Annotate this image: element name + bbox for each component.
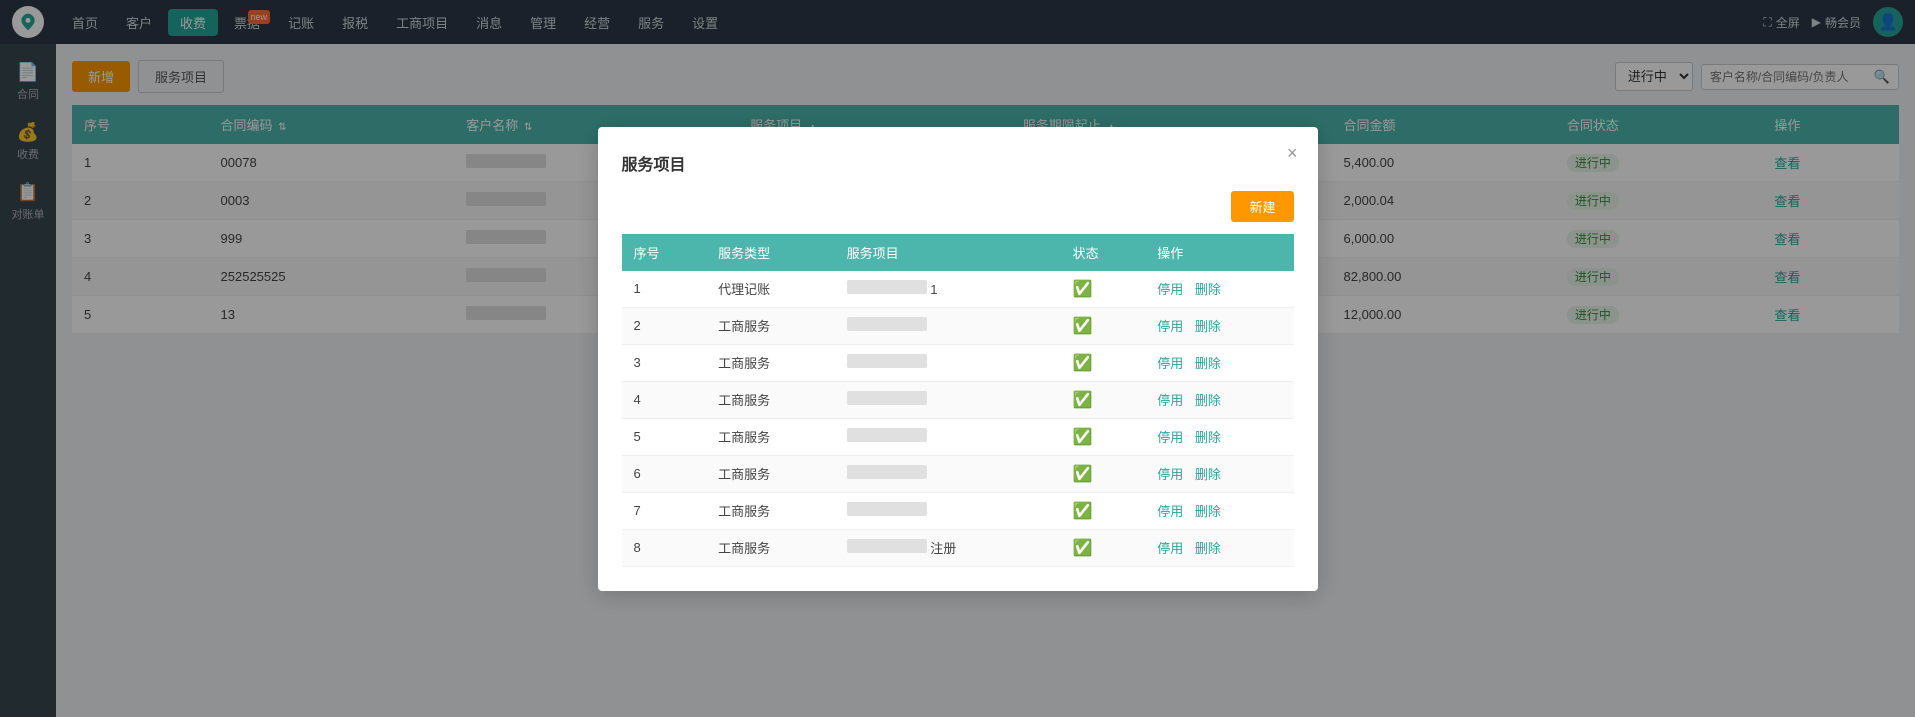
modal-cell-seq: 8 xyxy=(622,529,707,566)
modal-cell-seq: 4 xyxy=(622,381,707,418)
modal-table-row: 6 工商服务 ✅ 停用 删除 xyxy=(622,455,1294,492)
modal-table-row: 3 工商服务 ✅ 停用 删除 xyxy=(622,344,1294,381)
status-check-icon: ✅ xyxy=(1073,318,1093,335)
modal-cell-status: ✅ xyxy=(1061,307,1146,344)
modal-cell-seq: 7 xyxy=(622,492,707,529)
modal-cell-item: 1 xyxy=(835,271,1061,308)
modal-col-seq: 序号 xyxy=(622,234,707,271)
delete-link[interactable]: 删除 xyxy=(1195,393,1221,408)
disable-link[interactable]: 停用 xyxy=(1157,430,1183,445)
overlay[interactable]: × 服务项目 新建 序号 服务类型 服务项目 状态 操作 xyxy=(56,44,1915,717)
disable-link[interactable]: 停用 xyxy=(1157,393,1183,408)
modal-cell-type: 代理记账 xyxy=(706,271,835,308)
modal-cell-action[interactable]: 停用 删除 xyxy=(1145,492,1293,529)
modal-table-row: 1 代理记账 1 ✅ 停用 删除 xyxy=(622,271,1294,308)
modal-scroll[interactable]: 序号 服务类型 服务项目 状态 操作 1 代理记账 1 ✅ 停用 删除 xyxy=(622,234,1294,567)
disable-link[interactable]: 停用 xyxy=(1157,319,1183,334)
main-content: 新增 服务项目 进行中 已完成 已取消 🔍 序号 合同编码 ⇅ xyxy=(56,44,1915,717)
layout: 📄 合同 💰 收费 📋 对账单 新增 服务项目 进行中 已完成 已取消 xyxy=(0,44,1915,717)
modal-cell-status: ✅ xyxy=(1061,344,1146,381)
modal-table-header: 序号 服务类型 服务项目 状态 操作 xyxy=(622,234,1294,271)
status-check-icon: ✅ xyxy=(1073,281,1093,298)
status-check-icon: ✅ xyxy=(1073,540,1093,557)
disable-link[interactable]: 停用 xyxy=(1157,282,1183,297)
delete-link[interactable]: 删除 xyxy=(1195,467,1221,482)
modal: × 服务项目 新建 序号 服务类型 服务项目 状态 操作 xyxy=(598,127,1318,591)
modal-cell-item: 注册 xyxy=(835,529,1061,566)
modal-cell-status: ✅ xyxy=(1061,381,1146,418)
modal-cell-type: 工商服务 xyxy=(706,307,835,344)
modal-table-row: 5 工商服务 ✅ 停用 删除 xyxy=(622,418,1294,455)
modal-table-row: 7 工商服务 ✅ 停用 删除 xyxy=(622,492,1294,529)
modal-cell-seq: 5 xyxy=(622,418,707,455)
disable-link[interactable]: 停用 xyxy=(1157,356,1183,371)
modal-cell-item xyxy=(835,418,1061,455)
modal-cell-type: 工商服务 xyxy=(706,418,835,455)
modal-cell-item xyxy=(835,344,1061,381)
modal-toolbar: 新建 xyxy=(622,191,1294,222)
modal-cell-item xyxy=(835,307,1061,344)
modal-col-item: 服务项目 xyxy=(835,234,1061,271)
modal-cell-item xyxy=(835,455,1061,492)
delete-link[interactable]: 删除 xyxy=(1195,504,1221,519)
modal-cell-action[interactable]: 停用 删除 xyxy=(1145,381,1293,418)
modal-cell-status: ✅ xyxy=(1061,418,1146,455)
modal-cell-status: ✅ xyxy=(1061,455,1146,492)
modal-cell-seq: 3 xyxy=(622,344,707,381)
modal-cell-seq: 6 xyxy=(622,455,707,492)
disable-link[interactable]: 停用 xyxy=(1157,541,1183,556)
delete-link[interactable]: 删除 xyxy=(1195,430,1221,445)
modal-close-button[interactable]: × xyxy=(1287,143,1298,164)
modal-col-type: 服务类型 xyxy=(706,234,835,271)
modal-cell-type: 工商服务 xyxy=(706,381,835,418)
modal-col-status: 状态 xyxy=(1061,234,1146,271)
modal-table-row: 4 工商服务 ✅ 停用 删除 xyxy=(622,381,1294,418)
status-check-icon: ✅ xyxy=(1073,466,1093,483)
delete-link[interactable]: 删除 xyxy=(1195,356,1221,371)
modal-cell-status: ✅ xyxy=(1061,492,1146,529)
modal-col-action: 操作 xyxy=(1145,234,1293,271)
modal-cell-status: ✅ xyxy=(1061,271,1146,308)
modal-cell-seq: 1 xyxy=(622,271,707,308)
status-check-icon: ✅ xyxy=(1073,355,1093,372)
modal-cell-item xyxy=(835,492,1061,529)
disable-link[interactable]: 停用 xyxy=(1157,467,1183,482)
modal-table-row: 8 工商服务 注册 ✅ 停用 删除 xyxy=(622,529,1294,566)
modal-cell-action[interactable]: 停用 删除 xyxy=(1145,344,1293,381)
modal-cell-item xyxy=(835,381,1061,418)
delete-link[interactable]: 删除 xyxy=(1195,541,1221,556)
modal-cell-status: ✅ xyxy=(1061,529,1146,566)
modal-cell-action[interactable]: 停用 删除 xyxy=(1145,271,1293,308)
modal-cell-action[interactable]: 停用 删除 xyxy=(1145,529,1293,566)
modal-cell-type: 工商服务 xyxy=(706,455,835,492)
modal-table-row: 2 工商服务 ✅ 停用 删除 xyxy=(622,307,1294,344)
modal-cell-action[interactable]: 停用 删除 xyxy=(1145,418,1293,455)
modal-cell-action[interactable]: 停用 删除 xyxy=(1145,307,1293,344)
modal-cell-seq: 2 xyxy=(622,307,707,344)
modal-new-button[interactable]: 新建 xyxy=(1231,191,1293,222)
status-check-icon: ✅ xyxy=(1073,503,1093,520)
status-check-icon: ✅ xyxy=(1073,429,1093,446)
modal-cell-type: 工商服务 xyxy=(706,529,835,566)
status-check-icon: ✅ xyxy=(1073,392,1093,409)
modal-title: 服务项目 xyxy=(622,151,1294,175)
delete-link[interactable]: 删除 xyxy=(1195,282,1221,297)
modal-table: 序号 服务类型 服务项目 状态 操作 1 代理记账 1 ✅ 停用 删除 xyxy=(622,234,1294,567)
delete-link[interactable]: 删除 xyxy=(1195,319,1221,334)
disable-link[interactable]: 停用 xyxy=(1157,504,1183,519)
modal-cell-type: 工商服务 xyxy=(706,344,835,381)
modal-cell-type: 工商服务 xyxy=(706,492,835,529)
modal-cell-action[interactable]: 停用 删除 xyxy=(1145,455,1293,492)
